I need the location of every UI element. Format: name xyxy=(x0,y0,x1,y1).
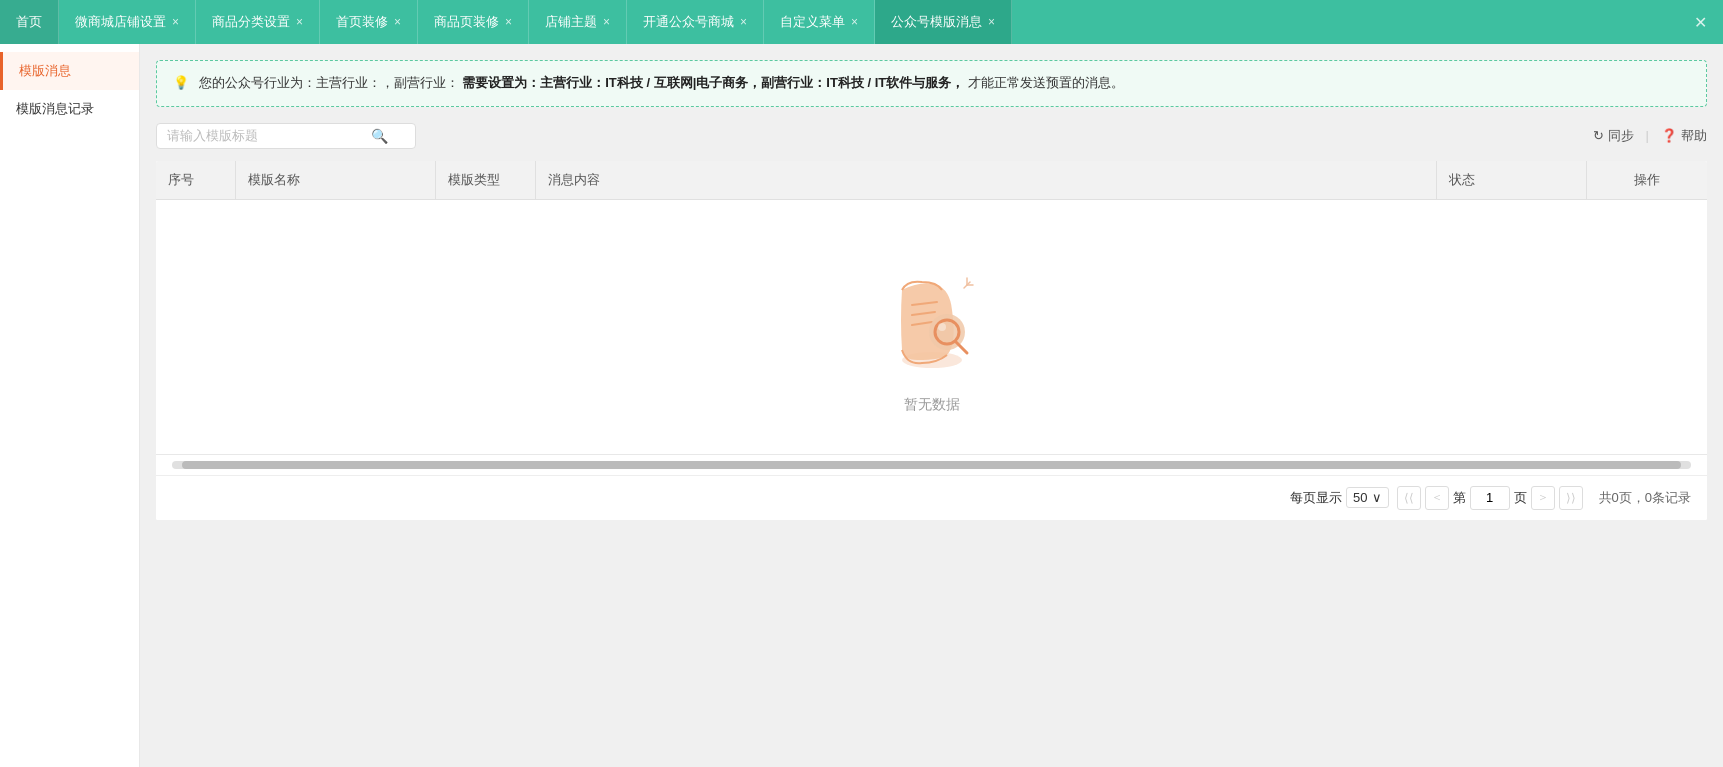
empty-state: 暂无数据 xyxy=(156,200,1707,454)
page-size-select: 每页显示 50 ∨ xyxy=(1290,487,1388,508)
prev-page-button[interactable]: ＜ xyxy=(1425,486,1449,510)
empty-text: 暂无数据 xyxy=(904,396,960,414)
nav-tab-custom-menu-label: 自定义菜单 xyxy=(780,13,845,31)
last-page-button[interactable]: ⟩⟩ xyxy=(1559,486,1583,510)
next-page-button[interactable]: ＞ xyxy=(1531,486,1555,510)
search-actions: ↻ 同步 | ❓ 帮助 xyxy=(1593,127,1707,145)
dropdown-arrow-icon: ∨ xyxy=(1372,490,1382,505)
scrollbar-wrap xyxy=(156,454,1707,475)
nav-tab-template-msg-label: 公众号模版消息 xyxy=(891,13,982,31)
nav-tab-custom-menu[interactable]: 自定义菜单 × xyxy=(764,0,875,44)
th-seq: 序号 xyxy=(156,161,236,199)
nav-tab-home-decor-label: 首页装修 xyxy=(336,13,388,31)
nav-tab-wechat-shop[interactable]: 开通公众号商城 × xyxy=(627,0,764,44)
page-nav: ⟨⟨ ＜ 第 页 ＞ ⟩⟩ xyxy=(1397,486,1583,510)
sidebar: 模版消息 模版消息记录 xyxy=(0,44,140,767)
th-status: 状态 xyxy=(1437,161,1587,199)
first-page-button[interactable]: ⟨⟨ xyxy=(1397,486,1421,510)
main-layout: 模版消息 模版消息记录 💡 您的公众号行业为：主营行业：，副营行业： 需要设置为… xyxy=(0,44,1723,767)
search-input[interactable] xyxy=(167,128,367,143)
info-banner: 💡 您的公众号行业为：主营行业：，副营行业： 需要设置为：主营行业：IT科技 /… xyxy=(156,60,1707,107)
nav-tab-theme[interactable]: 店铺主题 × xyxy=(529,0,627,44)
page-size-label: 每页显示 xyxy=(1290,489,1342,507)
empty-icon xyxy=(872,260,992,380)
bulb-icon: 💡 xyxy=(173,75,189,90)
sync-button[interactable]: ↻ 同步 xyxy=(1593,127,1634,145)
nav-tab-home-decor[interactable]: 首页装修 × xyxy=(320,0,418,44)
content-area: 💡 您的公众号行业为：主营行业：，副营行业： 需要设置为：主营行业：IT科技 /… xyxy=(140,44,1723,767)
svg-point-7 xyxy=(938,323,946,331)
nav-tab-home-label: 首页 xyxy=(16,13,42,31)
th-content-label: 消息内容 xyxy=(548,172,600,187)
nav-tab-home[interactable]: 首页 xyxy=(0,0,59,44)
th-seq-label: 序号 xyxy=(168,172,194,187)
help-icon: ❓ xyxy=(1661,128,1677,143)
pagination: 每页显示 50 ∨ ⟨⟨ ＜ 第 页 ＞ ⟩⟩ 共0页，0条记录 xyxy=(156,475,1707,520)
close-all-button[interactable]: ✕ xyxy=(1678,13,1723,32)
page-input[interactable] xyxy=(1470,486,1510,510)
sidebar-item-template-msg-label: 模版消息 xyxy=(19,63,71,78)
nav-tab-theme-close[interactable]: × xyxy=(603,15,610,29)
help-button[interactable]: ❓ 帮助 xyxy=(1661,127,1707,145)
fake-scrollbar[interactable] xyxy=(172,461,1691,469)
nav-tab-product-decor-label: 商品页装修 xyxy=(434,13,499,31)
page-label-pre: 第 xyxy=(1453,489,1466,507)
th-type: 模版类型 xyxy=(436,161,536,199)
nav-tab-wechat-shop-label: 开通公众号商城 xyxy=(643,13,734,31)
sidebar-item-template-msg[interactable]: 模版消息 xyxy=(0,52,139,90)
th-name: 模版名称 xyxy=(236,161,436,199)
th-action: 操作 xyxy=(1587,161,1707,199)
help-label: 帮助 xyxy=(1681,127,1707,145)
sidebar-item-template-msg-record[interactable]: 模版消息记录 xyxy=(0,90,139,128)
nav-tab-template-msg-close[interactable]: × xyxy=(988,15,995,29)
nav-tab-shop-setting[interactable]: 微商城店铺设置 × xyxy=(59,0,196,44)
th-name-label: 模版名称 xyxy=(248,172,300,187)
info-banner-prefix: 您的公众号行业为：主营行业：，副营行业： xyxy=(199,75,459,90)
page-label-post: 页 xyxy=(1514,489,1527,507)
search-icon[interactable]: 🔍 xyxy=(371,128,388,144)
table: 序号 模版名称 模版类型 消息内容 状态 操作 xyxy=(156,161,1707,520)
nav-tab-category-label: 商品分类设置 xyxy=(212,13,290,31)
sync-label: 同步 xyxy=(1608,127,1634,145)
th-type-label: 模版类型 xyxy=(448,172,500,187)
nav-tab-product-decor[interactable]: 商品页装修 × xyxy=(418,0,529,44)
nav-tab-theme-label: 店铺主题 xyxy=(545,13,597,31)
nav-tab-template-msg[interactable]: 公众号模版消息 × xyxy=(875,0,1012,44)
info-banner-suffix: 才能正常发送预置的消息。 xyxy=(968,75,1124,90)
table-header: 序号 模版名称 模版类型 消息内容 状态 操作 xyxy=(156,161,1707,200)
nav-tab-category-close[interactable]: × xyxy=(296,15,303,29)
nav-tab-custom-menu-close[interactable]: × xyxy=(851,15,858,29)
divider: | xyxy=(1646,128,1649,143)
nav-tab-shop-setting-label: 微商城店铺设置 xyxy=(75,13,166,31)
nav-tab-category[interactable]: 商品分类设置 × xyxy=(196,0,320,44)
search-bar: 🔍 ↻ 同步 | ❓ 帮助 xyxy=(156,123,1707,149)
page-size-dropdown[interactable]: 50 ∨ xyxy=(1346,487,1388,508)
svg-line-6 xyxy=(956,342,967,353)
nav-tab-product-decor-close[interactable]: × xyxy=(505,15,512,29)
nav-tab-shop-setting-close[interactable]: × xyxy=(172,15,179,29)
nav-tab-home-decor-close[interactable]: × xyxy=(394,15,401,29)
top-nav: 首页 微商城店铺设置 × 商品分类设置 × 首页装修 × 商品页装修 × 店铺主… xyxy=(0,0,1723,44)
sidebar-item-template-msg-record-label: 模版消息记录 xyxy=(16,101,94,116)
total-info: 共0页，0条记录 xyxy=(1599,489,1691,507)
nav-tab-wechat-shop-close[interactable]: × xyxy=(740,15,747,29)
sync-icon: ↻ xyxy=(1593,128,1604,143)
info-banner-highlight: 需要设置为：主营行业：IT科技 / 互联网|电子商务，副营行业：IT科技 / I… xyxy=(462,75,964,90)
search-input-wrap: 🔍 xyxy=(156,123,416,149)
scrollbar-thumb xyxy=(182,461,1681,469)
th-content: 消息内容 xyxy=(536,161,1437,199)
th-status-label: 状态 xyxy=(1449,172,1475,187)
page-size-value: 50 xyxy=(1353,490,1367,505)
th-action-label: 操作 xyxy=(1634,172,1660,187)
